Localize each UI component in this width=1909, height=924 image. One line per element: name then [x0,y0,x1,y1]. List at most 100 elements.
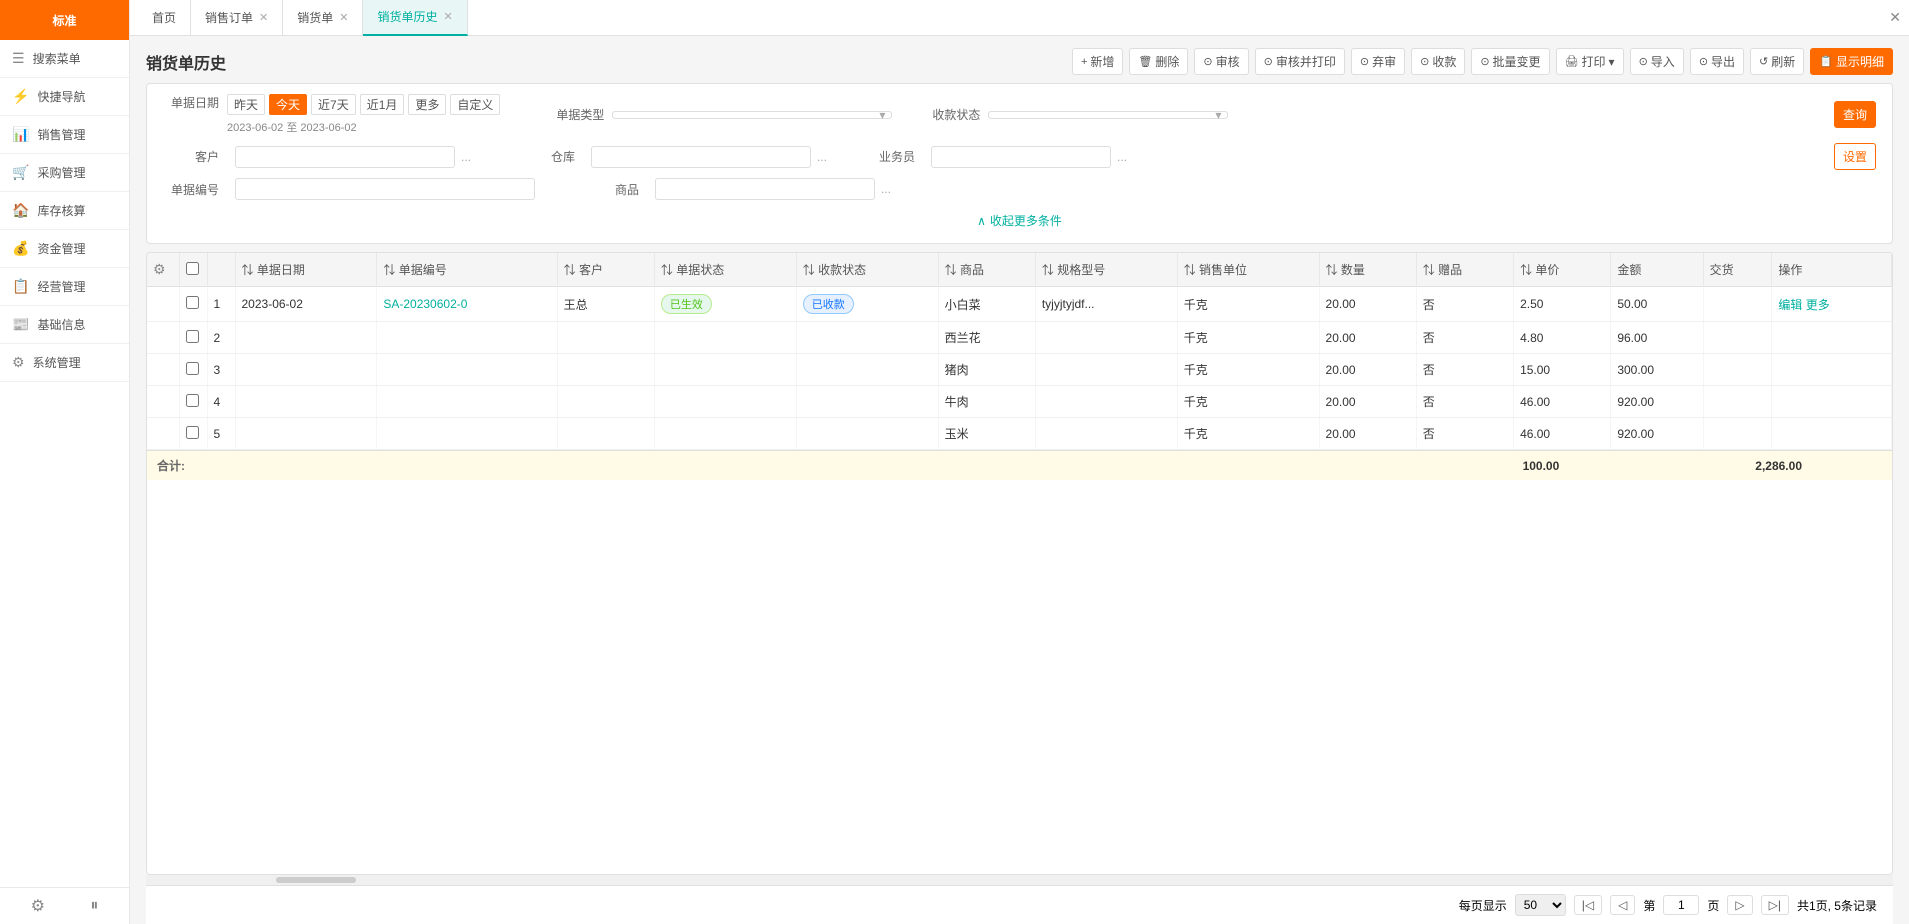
sidebar-item-sales-mgmt[interactable]: 📊 销售管理 [0,116,129,154]
page-number-input[interactable] [1663,895,1699,915]
salesperson-input[interactable] [931,146,1111,168]
date-btn-7days[interactable]: 近7天 [311,94,356,115]
import-button[interactable]: ⊙ 导入 [1630,48,1684,75]
date-btn-yesterday[interactable]: 昨天 [227,94,265,115]
tab-sales-order-close[interactable]: ✕ [259,11,268,24]
doc-type-label: 单据类型 [548,106,604,123]
cell-spec [1035,386,1177,418]
goods-dots[interactable]: ... [881,182,891,196]
col-goods[interactable]: ⇅ 商品 [938,253,1035,287]
tab-sales-goods[interactable]: 销货单 ✕ [283,0,363,36]
row-checkbox[interactable] [186,330,199,343]
settings-button[interactable]: 设置 [1834,143,1876,170]
new-button[interactable]: + 新增 [1072,48,1123,75]
customer-input[interactable] [235,146,455,168]
export-button[interactable]: ⊙ 导出 [1690,48,1744,75]
col-gift[interactable]: ⇅ 赠品 [1416,253,1513,287]
col-doc-status[interactable]: ⇅ 单据状态 [654,253,796,287]
col-doc-no[interactable]: ⇅ 单据编号 [377,253,557,287]
abandon-button[interactable]: ⊙ 弃审 [1351,48,1405,75]
sidebar-item-quick-nav[interactable]: ⚡ 快捷导航 [0,78,129,116]
last-page-btn[interactable]: ▷| [1761,895,1789,915]
show-detail-button[interactable]: 📋 显示明细 [1810,48,1893,75]
sidebar-settings-btn[interactable]: ⚙ [31,896,45,916]
doc-type-select[interactable]: ▾ [612,111,892,119]
salesperson-dots[interactable]: ... [1117,150,1127,164]
select-all-checkbox[interactable] [186,262,199,275]
date-btn-custom[interactable]: 自定义 [450,94,500,115]
date-btn-more[interactable]: 更多 [408,94,446,115]
collect-button[interactable]: ⊙ 收款 [1411,48,1465,75]
col-quantity[interactable]: ⇅ 数量 [1319,253,1416,287]
doc-no-input[interactable] [235,178,535,200]
warehouse-input[interactable] [591,146,811,168]
sidebar-item-operations[interactable]: 📋 经营管理 [0,268,129,306]
col-customer[interactable]: ⇅ 客户 [557,253,654,287]
col-check[interactable] [179,253,207,287]
warehouse-dots[interactable]: ... [817,150,827,164]
first-page-btn[interactable]: |◁ [1574,895,1602,915]
doc-no-link[interactable]: SA-20230602-0 [383,297,467,311]
cell-amount: 300.00 [1611,354,1703,386]
row-checkbox[interactable] [186,394,199,407]
cell-check[interactable] [179,418,207,450]
col-sales-unit[interactable]: ⇅ 销售单位 [1177,253,1319,287]
cell-doc-no[interactable]: SA-20230602-0 [377,287,557,322]
cell-doc-no[interactable] [377,354,557,386]
cell-doc-no[interactable] [377,386,557,418]
data-table-wrap: ⚙ ⇅ 单据日期 ⇅ 单据编号 ⇅ 客户 ⇅ 单据状态 ⇅ 收款状态 ⇅ 商品 … [146,252,1893,875]
col-gear[interactable]: ⚙ [147,253,179,287]
date-btn-today[interactable]: 今天 [269,94,307,115]
cell-check[interactable] [179,354,207,386]
collect-status-select[interactable]: ▾ [988,111,1228,119]
batch-change-button[interactable]: ⊙ 批量变更 [1471,48,1549,75]
pagination-bar: 每页显示 50 100 200 |◁ ◁ 第 页 ▷ ▷| 共1页, 5条记录 [146,885,1893,924]
sidebar-item-search-menu[interactable]: ☰ 搜索菜单 [0,40,129,78]
scroll-thumb[interactable] [276,877,356,883]
col-spec[interactable]: ⇅ 规格型号 [1035,253,1177,287]
cell-customer [557,418,654,450]
sidebar-item-inventory[interactable]: 🏠 库存核算 [0,192,129,230]
horizontal-scrollbar[interactable] [146,875,1893,885]
row-checkbox[interactable] [186,362,199,375]
print-button[interactable]: 🖨 打印 ▾ [1556,48,1624,75]
date-btn-1month[interactable]: 近1月 [360,94,405,115]
tab-sales-history-close[interactable]: ✕ [444,10,453,23]
audit-print-button[interactable]: ⊙ 审核并打印 [1255,48,1345,75]
tab-home[interactable]: 首页 [138,0,191,36]
cell-doc-no[interactable] [377,322,557,354]
refresh-button[interactable]: ↺ 刷新 [1750,48,1804,75]
page-size-select[interactable]: 50 100 200 [1515,894,1566,916]
col-unit-price[interactable]: ⇅ 单价 [1514,253,1611,287]
tab-sales-order[interactable]: 销售订单 ✕ [191,0,283,36]
cell-check[interactable] [179,287,207,322]
goods-input[interactable] [655,178,875,200]
row-checkbox[interactable] [186,426,199,439]
cell-doc-no[interactable] [377,418,557,450]
tab-sales-history[interactable]: 销货单历史 ✕ [363,0,467,36]
content-area: 销货单历史 + 新增 🗑 删除 ⊙ 审核 ⊙ 审核并打印 [130,36,1909,924]
sidebar-item-basic-info[interactable]: 📰 基础信息 [0,306,129,344]
col-doc-date[interactable]: ⇅ 单据日期 [235,253,377,287]
table-gear-icon[interactable]: ⚙ [153,261,166,277]
collapse-button[interactable]: ∧ 收起更多条件 [163,208,1876,233]
sidebar-collapse-btn[interactable]: ⏸ [90,897,98,915]
row-checkbox[interactable] [186,296,199,309]
tab-sales-goods-close[interactable]: ✕ [339,11,348,24]
query-button[interactable]: 查询 [1834,101,1876,128]
next-page-btn[interactable]: ▷ [1727,895,1752,915]
sidebar-item-purchase-mgmt[interactable]: 🛒 采购管理 [0,154,129,192]
collapse-arrow-icon: ∧ [977,214,986,228]
tab-bar-close-btn[interactable]: ✕ [1889,9,1901,26]
col-collect-status[interactable]: ⇅ 收款状态 [796,253,938,287]
prev-page-btn[interactable]: ◁ [1610,895,1635,915]
customer-dots[interactable]: ... [461,150,471,164]
sidebar-item-sys-mgmt[interactable]: ⚙ 系统管理 [0,344,129,382]
sidebar-item-finance[interactable]: 💰 资金管理 [0,230,129,268]
more-action[interactable]: 更多 [1806,298,1830,312]
cell-check[interactable] [179,322,207,354]
delete-button[interactable]: 🗑 删除 [1129,48,1188,75]
cell-check[interactable] [179,386,207,418]
edit-action[interactable]: 编辑 [1778,298,1802,312]
audit-button[interactable]: ⊙ 审核 [1194,48,1248,75]
